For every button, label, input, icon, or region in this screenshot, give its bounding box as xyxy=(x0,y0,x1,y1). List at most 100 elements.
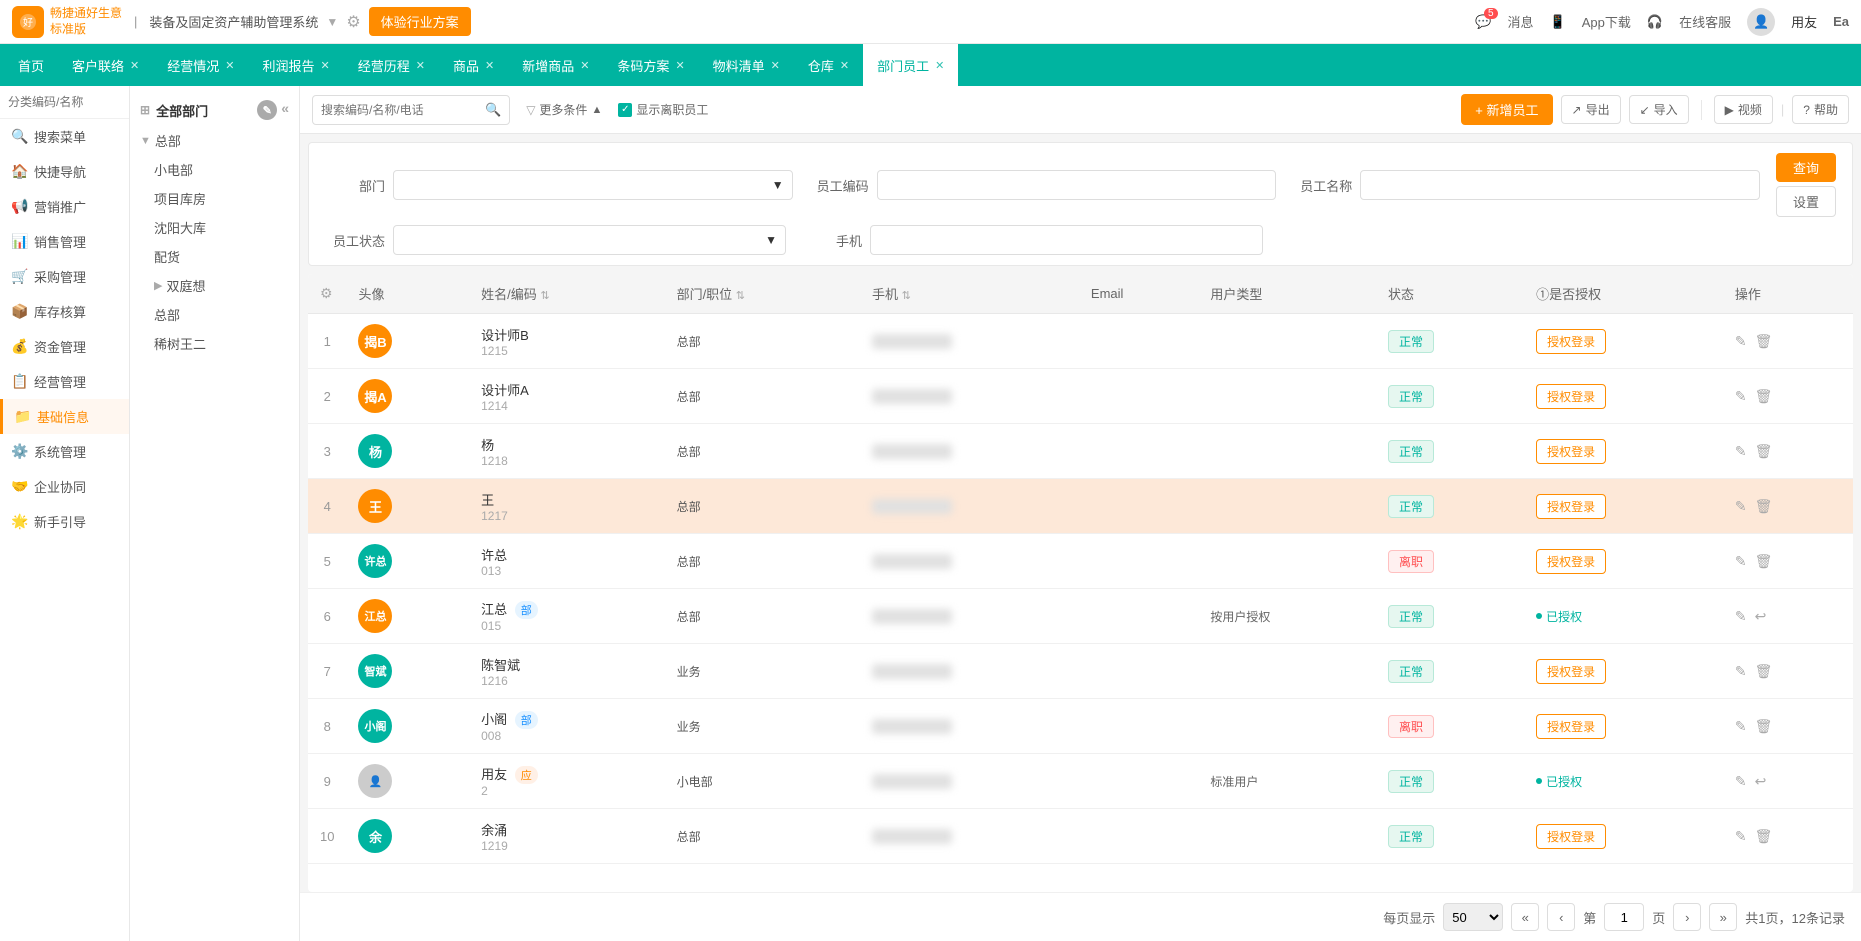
auth-btn[interactable]: 授权登录 xyxy=(1536,714,1606,739)
collapse-tree-btn[interactable]: « xyxy=(281,100,289,120)
add-employee-btn[interactable]: + 新增员工 xyxy=(1461,94,1552,125)
sidebar-item-sales[interactable]: 📊 销售管理 xyxy=(0,224,129,259)
col-gear-icon[interactable]: ⚙ xyxy=(320,285,333,301)
per-page-select[interactable]: 50 20 100 xyxy=(1443,903,1503,931)
tree-node-shenyang[interactable]: 沈阳大库 xyxy=(130,213,299,242)
sidebar-search-input[interactable] xyxy=(8,95,130,109)
close-tab-dept-staff[interactable]: ✕ xyxy=(935,59,944,72)
query-btn[interactable]: 查询 xyxy=(1776,153,1836,182)
th-name-code[interactable]: 姓名/编码 ⇅ xyxy=(469,274,664,314)
edit-icon[interactable]: ✎ xyxy=(1735,773,1747,790)
edit-icon[interactable]: ✎ xyxy=(1735,553,1747,570)
tab-customer[interactable]: 客户联络 ✕ xyxy=(58,44,153,86)
edit-icon[interactable]: ✎ xyxy=(1735,498,1747,515)
auth-btn[interactable]: 授权登录 xyxy=(1536,659,1606,684)
phone-input[interactable] xyxy=(870,225,1263,255)
search-input[interactable] xyxy=(321,103,481,117)
auth-btn[interactable]: 授权登录 xyxy=(1536,439,1606,464)
prev-page-btn[interactable]: ‹ xyxy=(1547,903,1575,931)
close-tab-profit[interactable]: ✕ xyxy=(321,59,330,72)
set-btn[interactable]: 设置 xyxy=(1776,186,1836,217)
delete-icon[interactable]: 🗑 xyxy=(1755,553,1773,570)
close-tab-warehouse[interactable]: ✕ xyxy=(840,59,849,72)
sidebar-item-purchase[interactable]: 🛒 采购管理 xyxy=(0,259,129,294)
restore-icon[interactable]: ↩ xyxy=(1755,773,1767,790)
auth-btn[interactable]: 授权登录 xyxy=(1536,329,1606,354)
sidebar-item-inventory[interactable]: 📦 库存核算 xyxy=(0,294,129,329)
experience-btn[interactable]: 体验行业方案 xyxy=(369,7,471,36)
sidebar-item-system[interactable]: ⚙️ 系统管理 xyxy=(0,434,129,469)
import-btn[interactable]: ↙ 导入 xyxy=(1629,95,1689,124)
search-icon[interactable]: 🔍 xyxy=(485,102,501,118)
tree-node-hq[interactable]: 总部 xyxy=(130,300,299,329)
gear-icon[interactable]: ⚙ xyxy=(346,12,360,32)
edit-icon[interactable]: ✎ xyxy=(1735,718,1747,735)
sidebar-item-guide[interactable]: 🌟 新手引导 xyxy=(0,504,129,539)
close-tab-history[interactable]: ✕ xyxy=(416,59,425,72)
tree-node-hq-parent[interactable]: ▼ 总部 xyxy=(130,126,299,155)
tab-dept-staff[interactable]: 部门员工 ✕ xyxy=(863,44,958,86)
show-resigned-checkbox[interactable]: ✓ xyxy=(618,103,632,117)
edit-icon[interactable]: ✎ xyxy=(1735,443,1747,460)
delete-icon[interactable]: 🗑 xyxy=(1755,718,1773,735)
dept-select[interactable]: ▼ xyxy=(393,170,793,200)
delete-icon[interactable]: 🗑 xyxy=(1755,443,1773,460)
sidebar-item-finance[interactable]: 💰 资金管理 xyxy=(0,329,129,364)
close-tab-goods[interactable]: ✕ xyxy=(485,59,494,72)
delete-icon[interactable]: 🗑 xyxy=(1755,663,1773,680)
tab-history[interactable]: 经营历程 ✕ xyxy=(344,44,439,86)
tree-node-dispatch[interactable]: 配货 xyxy=(130,242,299,271)
last-page-btn[interactable]: » xyxy=(1709,903,1737,931)
delete-icon[interactable]: 🗑 xyxy=(1755,498,1773,515)
tree-node-small-elec[interactable]: 小电部 xyxy=(130,155,299,184)
tab-profit[interactable]: 利润报告 ✕ xyxy=(248,44,343,86)
close-tab-operation[interactable]: ✕ xyxy=(225,59,234,72)
edit-dept-btn[interactable]: ✎ xyxy=(257,100,277,120)
tab-new-goods[interactable]: 新增商品 ✕ xyxy=(508,44,603,86)
emp-code-input[interactable] xyxy=(877,170,1277,200)
sidebar-item-nav[interactable]: 🏠 快捷导航 xyxy=(0,154,129,189)
edit-icon[interactable]: ✎ xyxy=(1735,388,1747,405)
edit-icon[interactable]: ✎ xyxy=(1735,828,1747,845)
delete-icon[interactable]: 🗑 xyxy=(1755,388,1773,405)
message-icon-area[interactable]: 💬 5 xyxy=(1475,14,1491,30)
tree-node-xishu[interactable]: 稀树王二 xyxy=(130,329,299,358)
auth-btn[interactable]: 授权登录 xyxy=(1536,384,1606,409)
app-download-label[interactable]: App下载 xyxy=(1582,12,1631,31)
tab-barcode[interactable]: 条码方案 ✕ xyxy=(603,44,698,86)
current-page-input[interactable] xyxy=(1604,903,1644,931)
tab-home[interactable]: 首页 xyxy=(4,44,58,86)
auth-btn[interactable]: 授权登录 xyxy=(1536,549,1606,574)
sidebar-item-search[interactable]: 🔍 搜索菜单 xyxy=(0,119,129,154)
delete-icon[interactable]: 🗑 xyxy=(1755,828,1773,845)
edit-icon[interactable]: ✎ xyxy=(1735,663,1747,680)
next-page-btn[interactable]: › xyxy=(1673,903,1701,931)
edit-icon[interactable]: ✎ xyxy=(1735,333,1747,350)
more-filter-btn[interactable]: ▽ 更多条件 ▲ xyxy=(518,101,610,118)
tab-goods[interactable]: 商品 ✕ xyxy=(439,44,508,86)
edit-icon[interactable]: ✎ xyxy=(1735,608,1747,625)
export-btn[interactable]: ↗ 导出 xyxy=(1561,95,1621,124)
auth-btn[interactable]: 授权登录 xyxy=(1536,824,1606,849)
close-tab-material[interactable]: ✕ xyxy=(771,59,780,72)
dropdown-arrow[interactable]: ▼ xyxy=(326,15,338,29)
th-dept-pos[interactable]: 部门/职位 ⇅ xyxy=(665,274,860,314)
close-tab-barcode[interactable]: ✕ xyxy=(675,59,684,72)
first-page-btn[interactable]: « xyxy=(1511,903,1539,931)
tree-node-shuangting[interactable]: ▶ 双庭想 xyxy=(130,271,299,300)
status-select[interactable]: ▼ xyxy=(393,225,786,255)
video-btn[interactable]: ▶ 视频 xyxy=(1714,95,1773,124)
help-btn[interactable]: ? 帮助 xyxy=(1792,95,1849,124)
sidebar-item-basic[interactable]: 📁 基础信息 xyxy=(0,399,129,434)
tree-node-project-store[interactable]: 项目库房 xyxy=(130,184,299,213)
sidebar-item-business[interactable]: 📋 经营管理 xyxy=(0,364,129,399)
sidebar-item-collab[interactable]: 🤝 企业协同 xyxy=(0,469,129,504)
sidebar-item-marketing[interactable]: 📢 营销推广 xyxy=(0,189,129,224)
close-tab-customer[interactable]: ✕ xyxy=(130,59,139,72)
restore-icon[interactable]: ↩ xyxy=(1755,608,1767,625)
auth-btn[interactable]: 授权登录 xyxy=(1536,494,1606,519)
th-phone[interactable]: 手机 ⇅ xyxy=(860,274,1079,314)
user-label[interactable]: 用友 xyxy=(1791,12,1817,31)
close-tab-new-goods[interactable]: ✕ xyxy=(580,59,589,72)
delete-icon[interactable]: 🗑 xyxy=(1755,333,1773,350)
